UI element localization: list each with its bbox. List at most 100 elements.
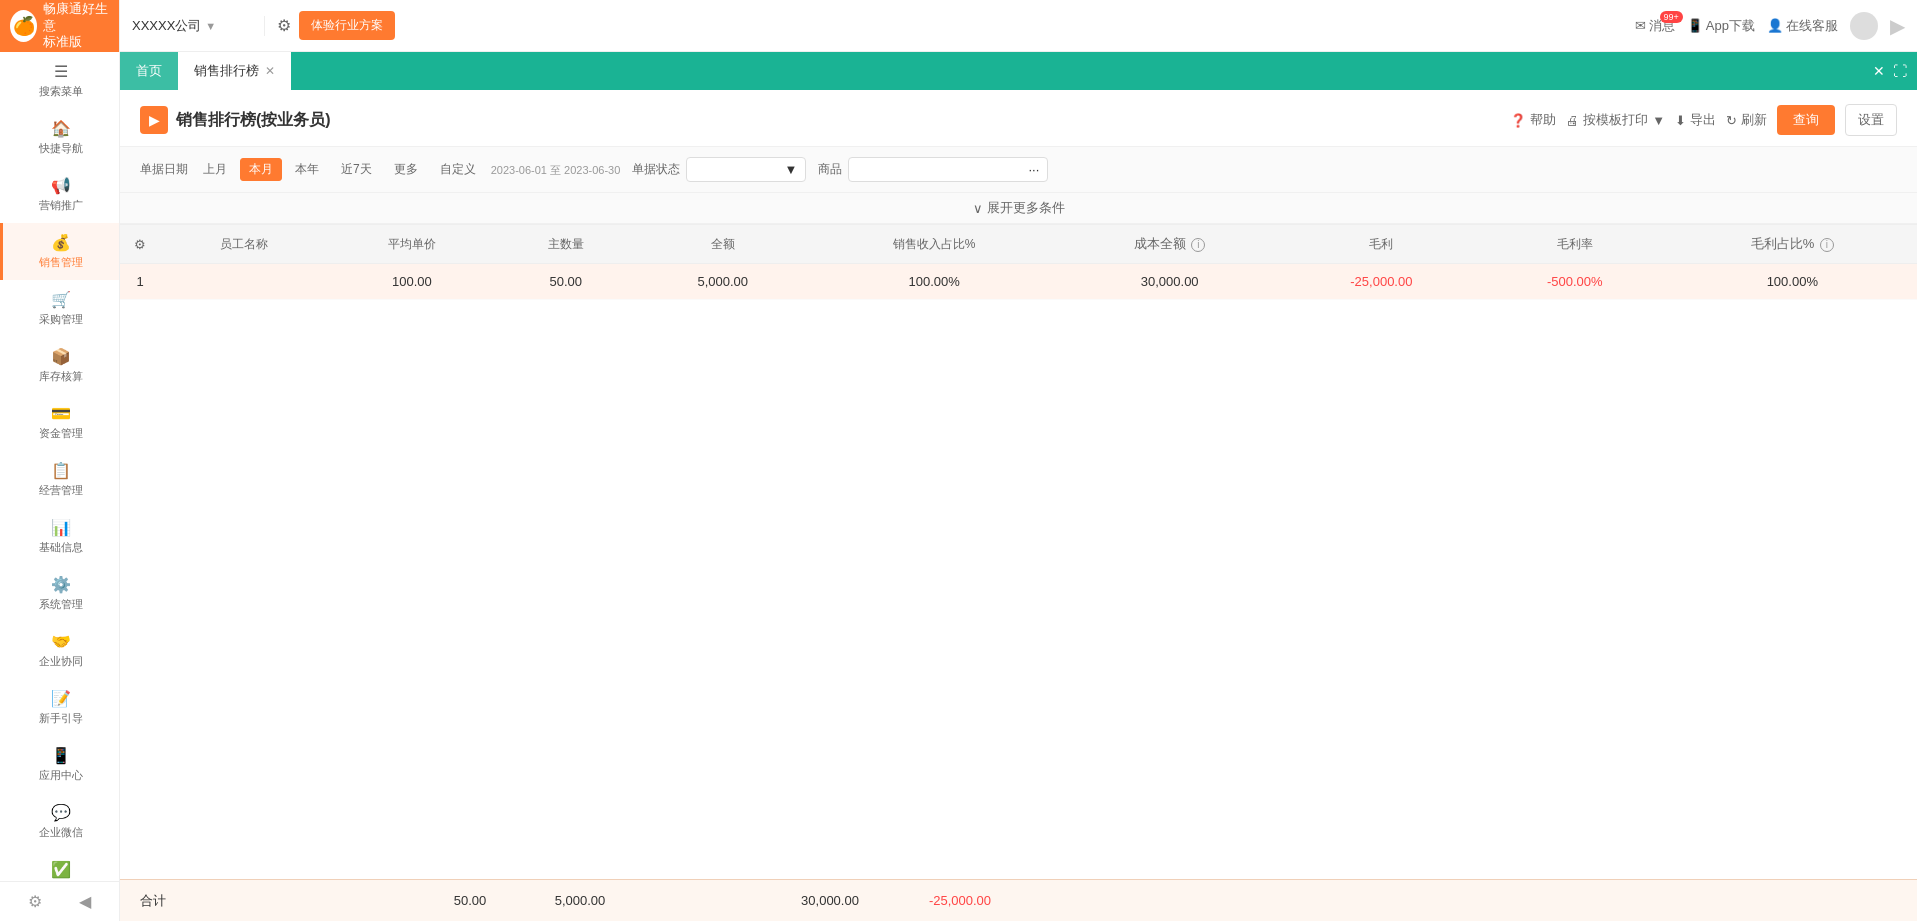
- sidebar-item-finance[interactable]: 💳 资金管理: [0, 394, 119, 451]
- expand-more-button[interactable]: ∨ 展开更多条件: [973, 199, 1065, 217]
- col-settings[interactable]: ⚙: [120, 225, 160, 264]
- tabbar: 首页 销售排行榜 ✕ ✕ ⛶: [120, 52, 1917, 90]
- cell-cost: 30,000.00: [1059, 264, 1281, 300]
- col-main-qty: 主数量: [496, 225, 636, 264]
- user-expand-icon[interactable]: ▶: [1890, 14, 1905, 38]
- col-cost: 成本全额 i: [1059, 225, 1281, 264]
- cooperation-icon: 🤝: [51, 632, 71, 651]
- export-button[interactable]: ⬇ 导出: [1675, 111, 1716, 129]
- status-filter-label: 单据状态: [632, 161, 680, 178]
- marketing-icon: 📢: [51, 176, 71, 195]
- sidebar-logo: 🍊 畅康通好生意 标准版: [0, 0, 119, 52]
- cell-sales-pct: 100.00%: [810, 264, 1059, 300]
- table-footer: 合计 50.00 5,000.00 30,000.00 -25,000.00: [120, 879, 1917, 921]
- page-inner: ▶ 销售排行榜(按业务员) ❓ 帮助 🖨 按模板打印 ▼ ⬇: [120, 90, 1917, 921]
- chevron-down-icon: ▼: [205, 20, 216, 32]
- refresh-button[interactable]: ↻ 刷新: [1726, 111, 1767, 129]
- message-button[interactable]: ✉ 消息 99+: [1635, 17, 1675, 35]
- apps-icon: 📱: [51, 746, 71, 765]
- date-tab-prev-month[interactable]: 上月: [194, 158, 236, 181]
- profit-pct-info-icon[interactable]: i: [1820, 238, 1834, 252]
- template-print-button[interactable]: 🖨 按模板打印 ▼: [1566, 111, 1665, 129]
- sidebar-item-apps[interactable]: 📱 应用中心: [0, 736, 119, 793]
- search-menu-icon: ☰: [54, 62, 68, 81]
- message-icon: ✉: [1635, 18, 1646, 33]
- status-select[interactable]: ▼: [686, 157, 806, 182]
- goods-select[interactable]: ···: [848, 157, 1048, 182]
- content-area: ▶ 销售排行榜(按业务员) ❓ 帮助 🖨 按模板打印 ▼ ⬇: [120, 90, 1917, 921]
- status-filter-group: 单据状态 ▼: [632, 157, 806, 182]
- footer-label: 合计: [140, 893, 166, 908]
- inventory-icon: 📦: [51, 347, 71, 366]
- sidebar-item-search[interactable]: ☰ 搜索菜单: [0, 52, 119, 109]
- home-icon: 🏠: [51, 119, 71, 138]
- sidebar-bottom: ⚙ ◀: [0, 881, 119, 921]
- sidebar-item-wechat[interactable]: 💬 企业微信: [0, 793, 119, 850]
- sidebar-item-guide[interactable]: 📝 新手引导: [0, 679, 119, 736]
- date-tab-current-year[interactable]: 本年: [286, 158, 328, 181]
- goods-more-icon: ···: [1029, 162, 1040, 177]
- sidebar-settings-icon[interactable]: ⚙: [28, 892, 42, 911]
- goods-filter-label: 商品: [818, 161, 842, 178]
- member-icon: ✅: [51, 860, 71, 879]
- col-sales-pct: 销售收入占比%: [810, 225, 1059, 264]
- print-chevron-icon: ▼: [1652, 113, 1665, 128]
- tab-home[interactable]: 首页: [120, 52, 178, 90]
- col-profit: 毛利: [1281, 225, 1482, 264]
- sidebar-item-member[interactable]: ✅ 畅会员: [0, 850, 119, 881]
- sidebar-item-sales[interactable]: 💰 销售管理: [0, 223, 119, 280]
- sidebar-item-cooperation[interactable]: 🤝 企业协同: [0, 622, 119, 679]
- sidebar-item-inventory[interactable]: 📦 库存核算: [0, 337, 119, 394]
- logo-icon: 🍊: [10, 10, 37, 42]
- app-download-button[interactable]: 📱 App下载: [1687, 17, 1755, 35]
- tabbar-restore-icon[interactable]: ⛶: [1893, 63, 1907, 79]
- expand-toggle[interactable]: ▶: [140, 106, 168, 134]
- date-tab-current-month[interactable]: 本月: [240, 158, 282, 181]
- tab-close-icon[interactable]: ✕: [265, 64, 275, 78]
- date-tabs: 上月 本月 本年 近7天 更多 自定义: [194, 158, 485, 181]
- query-button[interactable]: 查询: [1777, 105, 1835, 135]
- trial-button[interactable]: 体验行业方案: [299, 11, 395, 40]
- settings-button[interactable]: 设置: [1845, 104, 1897, 136]
- finance-icon: 💳: [51, 404, 71, 423]
- date-tab-custom[interactable]: 自定义: [431, 158, 485, 181]
- cost-info-icon[interactable]: i: [1191, 238, 1205, 252]
- table-header-row: ⚙ 员工名称 平均单价 主数量 全额 销售收入占比% 成本全额 i 毛利: [120, 225, 1917, 264]
- sidebar-item-purchase[interactable]: 🛒 采购管理: [0, 280, 119, 337]
- col-amount: 全额: [636, 225, 810, 264]
- sidebar: 🍊 畅康通好生意 标准版 ☰ 搜索菜单 🏠 快捷导航 📢 营销推广 💰 销售管理…: [0, 0, 120, 921]
- topbar-settings-icon[interactable]: ⚙: [277, 16, 291, 35]
- cell-profit-pct: 100.00%: [1668, 264, 1917, 300]
- footer-amount: 5,000.00: [520, 893, 640, 908]
- company-selector[interactable]: XXXXX公司 ▼: [132, 17, 252, 35]
- sidebar-item-marketing[interactable]: 📢 营销推广: [0, 166, 119, 223]
- sidebar-item-quick-nav[interactable]: 🏠 快捷导航: [0, 109, 119, 166]
- filter-bar: 单据日期 上月 本月 本年 近7天 更多 自定义 2023-06-01 至 20…: [120, 147, 1917, 193]
- tab-sales-rank[interactable]: 销售排行榜 ✕: [178, 52, 291, 90]
- tabbar-close-icon[interactable]: ✕: [1873, 63, 1885, 79]
- company-name: XXXXX公司: [132, 17, 201, 35]
- sidebar-item-system[interactable]: ⚙️ 系统管理: [0, 565, 119, 622]
- col-profit-pct: 毛利占比% i: [1668, 225, 1917, 264]
- online-service-button[interactable]: 👤 在线客服: [1767, 17, 1838, 35]
- table-row: 1 100.00 50.00 5,000.00 100.00% 30,000.0…: [120, 264, 1917, 300]
- cell-main-qty: 50.00: [496, 264, 636, 300]
- date-tab-7days[interactable]: 近7天: [332, 158, 381, 181]
- topbar-divider: [264, 16, 265, 36]
- page-header: ▶ 销售排行榜(按业务员) ❓ 帮助 🖨 按模板打印 ▼ ⬇: [120, 90, 1917, 147]
- sidebar-item-operations[interactable]: 📋 经营管理: [0, 451, 119, 508]
- date-tab-more[interactable]: 更多: [385, 158, 427, 181]
- service-icon: 👤: [1767, 18, 1783, 33]
- cell-profit-rate: -500.00%: [1482, 264, 1668, 300]
- app-download-icon: 📱: [1687, 18, 1703, 33]
- guide-icon: 📝: [51, 689, 71, 708]
- footer-cost: 30,000.00: [760, 893, 900, 908]
- sidebar-item-basic[interactable]: 📊 基础信息: [0, 508, 119, 565]
- refresh-icon: ↻: [1726, 113, 1737, 128]
- sidebar-collapse-icon[interactable]: ◀: [79, 892, 91, 911]
- user-avatar[interactable]: [1850, 12, 1878, 40]
- help-button[interactable]: ❓ 帮助: [1510, 111, 1556, 129]
- main-content: XXXXX公司 ▼ ⚙ 体验行业方案 ✉ 消息 99+ 📱 App下载 👤 在线…: [120, 0, 1917, 921]
- status-chevron-icon: ▼: [784, 162, 797, 177]
- message-badge: 99+: [1660, 11, 1683, 23]
